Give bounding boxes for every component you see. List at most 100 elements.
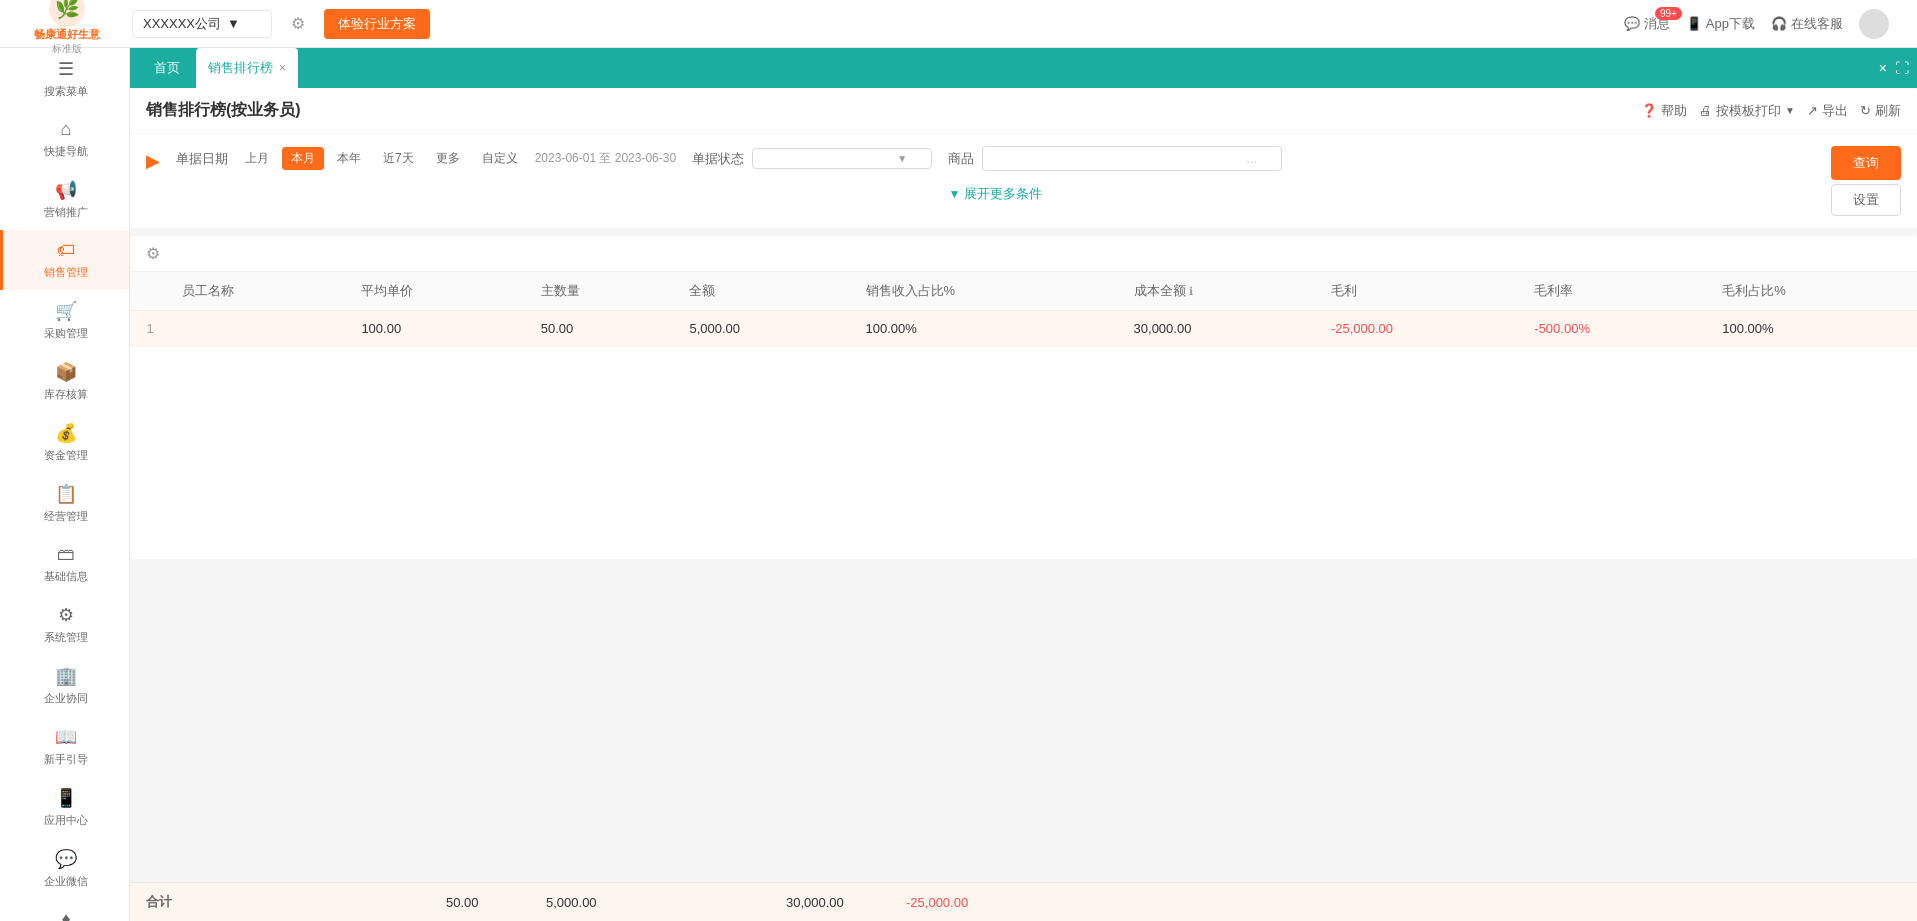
- tab-home[interactable]: 首页: [138, 48, 196, 88]
- tab-minimize-icon[interactable]: ×: [1879, 60, 1887, 76]
- chevron-down-icon: ▼: [1785, 105, 1795, 116]
- sidebar-item-search[interactable]: ☰ 搜索菜单: [0, 48, 129, 109]
- td-profit-ratio: 100.00%: [1710, 311, 1917, 347]
- sidebar-item-system[interactable]: ⚙ 系统管理: [0, 594, 129, 655]
- settings-icon[interactable]: ⚙: [282, 8, 314, 40]
- date-tabs: 上月 本月 本年 近7天 更多 自定义: [236, 147, 527, 170]
- query-section: 查询 设置: [1831, 146, 1901, 216]
- data-table-container: ⚙ 员工名称 平均单价 主数量 全额 销售收入占比%: [130, 236, 1917, 559]
- system-icon: ⚙: [58, 604, 74, 626]
- page-header: 销售排行榜(按业务员) ❓ 帮助 🖨 按模板打印 ▼ ↗: [130, 88, 1917, 133]
- table-toolbar: ⚙: [130, 236, 1917, 272]
- logo[interactable]: 🌿 畅康通好生意 标准版: [12, 0, 122, 56]
- sidebar-label-inventory: 库存核算: [44, 387, 88, 402]
- settings-button[interactable]: 设置: [1831, 184, 1901, 216]
- marketing-icon: 📢: [55, 179, 77, 201]
- goods-filter: 商品 ...: [948, 146, 1282, 171]
- date-label: 单据日期: [176, 150, 228, 168]
- close-icon[interactable]: ×: [279, 61, 286, 75]
- logo-icon: 🌿: [49, 0, 85, 27]
- online-service-button[interactable]: 🎧 在线客服: [1771, 15, 1843, 33]
- svg-text:🌿: 🌿: [55, 0, 80, 20]
- sidebar-item-basic-info[interactable]: 🗃 基础信息: [0, 534, 129, 594]
- sidebar-item-inventory[interactable]: 📦 库存核算: [0, 351, 129, 412]
- chevron-down-icon: ▼: [897, 153, 907, 164]
- status-filter: 单据状态 ▼: [692, 148, 932, 169]
- sidebar-item-enterprise[interactable]: 🏢 企业协同: [0, 655, 129, 716]
- th-profit: 毛利: [1319, 272, 1522, 311]
- th-cost: 成本全额 ℹ: [1122, 272, 1319, 311]
- column-settings-icon[interactable]: ⚙: [146, 244, 160, 263]
- sidebar-item-finance[interactable]: 💰 资金管理: [0, 412, 129, 473]
- message-icon: 💬: [1624, 16, 1640, 31]
- sidebar-item-operations[interactable]: 📋 经营管理: [0, 473, 129, 534]
- filter-row: 单据日期 上月 本月 本年 近7天 更多 自定义: [176, 146, 1815, 171]
- table-row: 1 100.00 50.00 5,000.00 100.00% 30,000.0…: [130, 311, 1917, 347]
- app-center-icon: 📱: [55, 787, 77, 809]
- message-button[interactable]: 💬 消息 99+: [1624, 15, 1670, 33]
- question-icon: ❓: [1641, 103, 1657, 118]
- filter-expand-arrow[interactable]: ▶: [146, 150, 160, 172]
- sidebar-label-purchase: 采购管理: [44, 326, 88, 341]
- headset-icon: 🎧: [1771, 16, 1787, 31]
- avatar[interactable]: [1859, 9, 1889, 39]
- page-title: 销售排行榜(按业务员): [146, 100, 301, 121]
- sidebar-label-sales: 销售管理: [44, 265, 88, 280]
- td-quantity: 50.00: [529, 311, 678, 347]
- date-tab-7days[interactable]: 近7天: [374, 147, 423, 170]
- date-tab-custom[interactable]: 自定义: [473, 147, 527, 170]
- content-area: 首页 销售排行榜 × × ⛶ 销售排行榜(按业务员): [130, 48, 1917, 921]
- th-profit-ratio: 毛利占比%: [1710, 272, 1917, 311]
- expand-label: 展开更多条件: [964, 185, 1042, 203]
- app-download-button[interactable]: 📱 App下载: [1686, 15, 1755, 33]
- sales-ranking-table: 员工名称 平均单价 主数量 全额 销售收入占比% 成本全额 ℹ 毛利: [130, 272, 1917, 347]
- logo-text: 畅康通好生意: [34, 27, 100, 42]
- sales-icon: 🏷: [57, 240, 75, 261]
- sidebar-label-operations: 经营管理: [44, 509, 88, 524]
- refresh-button[interactable]: ↻ 刷新: [1860, 102, 1901, 120]
- td-name: [170, 311, 349, 347]
- date-tab-current-year[interactable]: 本年: [328, 147, 370, 170]
- sidebar-item-purchase[interactable]: 🛒 采购管理: [0, 290, 129, 351]
- company-selector[interactable]: XXXXXX公司 ▼: [132, 10, 272, 38]
- th-rank: [130, 272, 170, 311]
- expand-more-conditions[interactable]: ▼ 展开更多条件: [176, 179, 1815, 209]
- sidebar-label-app-center: 应用中心: [44, 813, 88, 828]
- th-name: 员工名称: [170, 272, 349, 311]
- date-tab-current-month[interactable]: 本月: [282, 147, 324, 170]
- sidebar-item-sales[interactable]: 🏷 销售管理: [0, 230, 129, 290]
- summary-quantity: 50.00: [446, 895, 546, 910]
- export-button[interactable]: ↗ 导出: [1807, 102, 1848, 120]
- tab-sales-ranking[interactable]: 销售排行榜 ×: [196, 48, 298, 88]
- export-icon: ↗: [1807, 103, 1818, 118]
- th-sales-ratio: 销售收入占比%: [854, 272, 1122, 311]
- info-icon: ℹ: [1189, 285, 1193, 297]
- template-print-button[interactable]: 🖨 按模板打印 ▼: [1699, 102, 1795, 120]
- th-profit-rate: 毛利率: [1522, 272, 1710, 311]
- trial-button[interactable]: 体验行业方案: [324, 9, 430, 39]
- help-button[interactable]: ❓ 帮助: [1641, 102, 1687, 120]
- td-avg-price: 100.00: [349, 311, 528, 347]
- date-filter: 单据日期 上月 本月 本年 近7天 更多 自定义: [176, 147, 676, 170]
- td-amount: 5,000.00: [677, 311, 853, 347]
- status-select[interactable]: ▼: [752, 148, 932, 169]
- chevron-down-icon: ▼: [227, 16, 240, 31]
- sidebar-item-quick-nav[interactable]: ⌂ 快捷导航: [0, 109, 129, 169]
- tab-maximize-icon[interactable]: ⛶: [1895, 60, 1909, 76]
- sidebar-item-member[interactable]: ♦ 畅会员: [0, 899, 129, 921]
- goods-select[interactable]: ...: [982, 146, 1282, 171]
- sidebar-item-wechat[interactable]: 💬 企业微信: [0, 838, 129, 899]
- enterprise-icon: 🏢: [55, 665, 77, 687]
- sidebar-item-marketing[interactable]: 📢 营销推广: [0, 169, 129, 230]
- sidebar-label-quick-nav: 快捷导航: [44, 144, 88, 159]
- top-right-area: 💬 消息 99+ 📱 App下载 🎧 在线客服: [1624, 9, 1905, 39]
- basic-info-icon: 🗃: [57, 544, 75, 565]
- query-button[interactable]: 查询: [1831, 146, 1901, 180]
- td-profit-rate: -500.00%: [1522, 311, 1710, 347]
- operations-icon: 📋: [55, 483, 77, 505]
- date-tab-last-month[interactable]: 上月: [236, 147, 278, 170]
- sidebar-item-app-center[interactable]: 📱 应用中心: [0, 777, 129, 838]
- date-tab-more[interactable]: 更多: [427, 147, 469, 170]
- summary-data: 50.00 5,000.00 30,000.00 -25,000.00: [346, 895, 1901, 910]
- sidebar-item-guide[interactable]: 📖 新手引导: [0, 716, 129, 777]
